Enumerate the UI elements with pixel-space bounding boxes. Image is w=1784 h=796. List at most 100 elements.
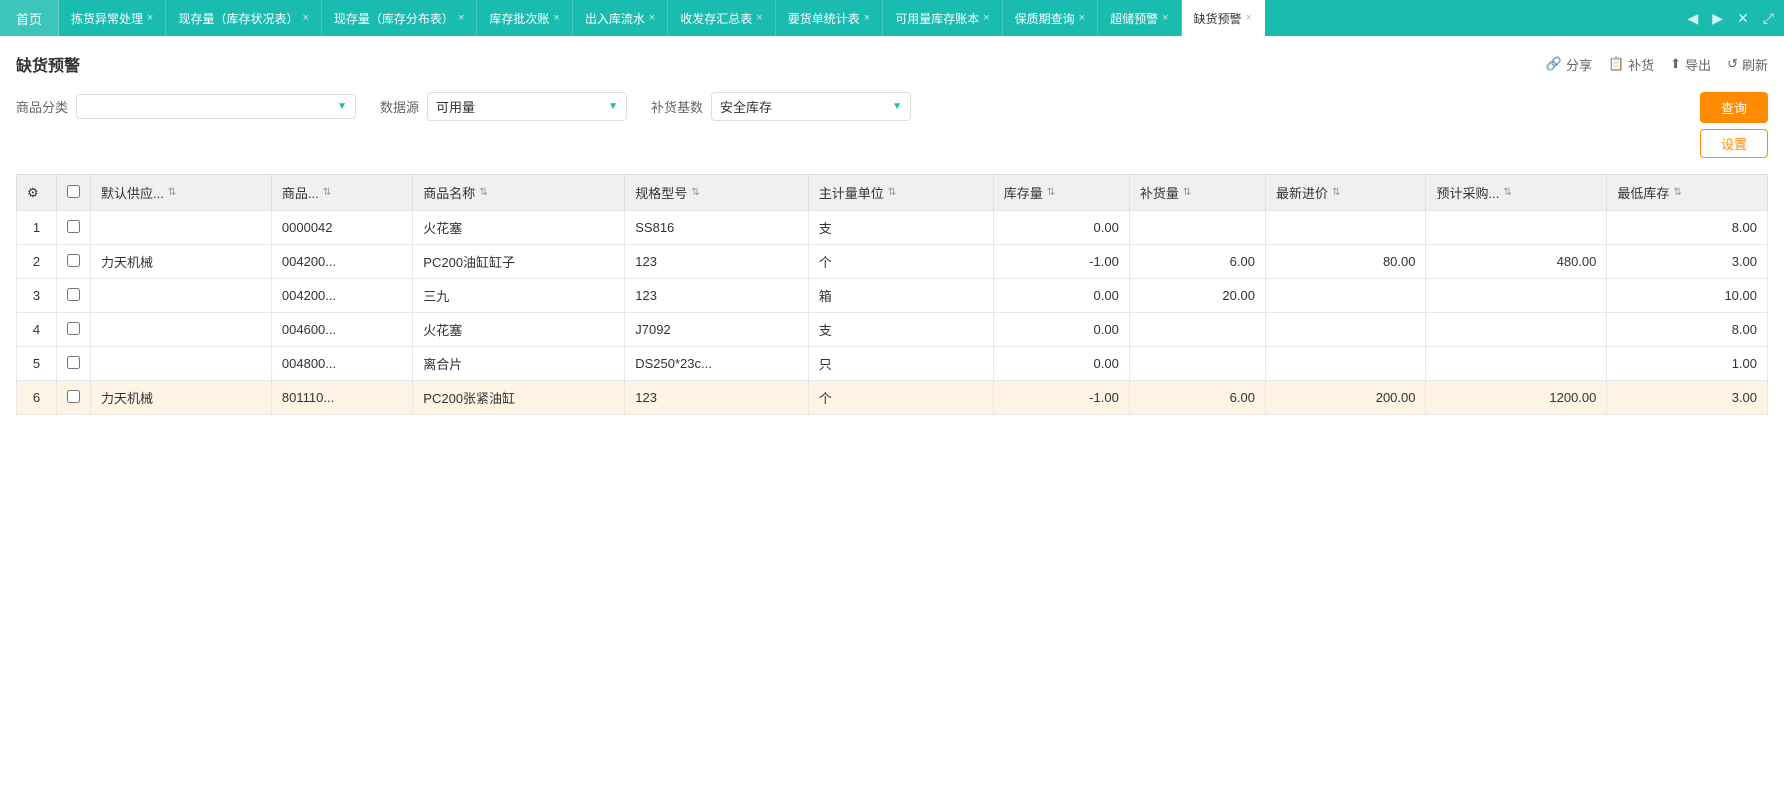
sort-spec-icon: ⇅ [691, 187, 699, 198]
close-tab-7[interactable]: × [864, 12, 870, 24]
row-checkbox[interactable] [67, 254, 80, 267]
row-checkbox-cell [57, 211, 91, 245]
setting-button[interactable]: 设置 [1700, 129, 1768, 158]
table-header-row: ⚙ 默认供应... ⇅ 商品... ⇅ [17, 175, 1768, 211]
data-table: ⚙ 默认供应... ⇅ 商品... ⇅ [16, 174, 1768, 415]
row-supplier: 力天机械 [91, 245, 272, 279]
header-actions: 🔗 分享 📋 补货 ⬆ 导出 ↺ 刷新 [1546, 55, 1768, 74]
row-unit: 个 [808, 381, 993, 415]
row-checkbox[interactable] [67, 220, 80, 233]
close-tab-9[interactable]: × [1079, 12, 1085, 24]
tab-prev-button[interactable]: ◀ [1682, 8, 1705, 29]
row-replenish: 20.00 [1129, 279, 1265, 313]
tab-11[interactable]: 缺货预警 × [1182, 0, 1265, 36]
tab-8[interactable]: 可用量库存账本 × [883, 0, 1002, 36]
tab-2[interactable]: 现存量（库存状况表） × [166, 0, 321, 36]
col-min-stock[interactable]: 最低库存 ⇅ [1607, 175, 1768, 211]
close-tab-2[interactable]: × [302, 12, 308, 24]
row-no: 4 [17, 313, 57, 347]
row-stock: 0.00 [993, 313, 1129, 347]
row-product-code: 004600... [271, 313, 412, 347]
close-tab-8[interactable]: × [983, 12, 989, 24]
tab-4[interactable]: 库存批次账 × [477, 0, 572, 36]
close-tab-3[interactable]: × [458, 12, 464, 24]
export-icon: ⬆ [1670, 56, 1681, 72]
tab-1[interactable]: 拣货异常处理 × [59, 0, 166, 36]
tab-close-all-button[interactable]: ✕ [1731, 8, 1755, 29]
row-est-purchase: 480.00 [1426, 245, 1607, 279]
col-est-purchase[interactable]: 预计采购... ⇅ [1426, 175, 1607, 211]
sort-unit-icon: ⇅ [888, 187, 896, 198]
col-checkbox [57, 175, 91, 211]
close-tab-5[interactable]: × [649, 12, 655, 24]
main-content: 缺货预警 🔗 分享 📋 补货 ⬆ 导出 ↺ 刷新 商品分类 [0, 36, 1784, 796]
close-tab-10[interactable]: × [1162, 12, 1168, 24]
table-row: 3004200...三九123箱0.0020.0010.00 [17, 279, 1768, 313]
page-title: 缺货预警 [16, 52, 80, 76]
sort-min-stock-icon: ⇅ [1673, 187, 1681, 198]
row-no: 1 [17, 211, 57, 245]
select-all-checkbox[interactable] [67, 185, 80, 198]
datasource-label: 数据源 [380, 97, 419, 116]
col-unit[interactable]: 主计量单位 ⇅ [808, 175, 993, 211]
row-product-code: 004200... [271, 245, 412, 279]
tab-home[interactable]: 首页 [0, 0, 59, 36]
row-spec: 123 [625, 279, 808, 313]
sort-replenish-icon: ⇅ [1183, 187, 1191, 198]
row-no: 3 [17, 279, 57, 313]
close-tab-1[interactable]: × [147, 12, 153, 24]
row-product-name: PC200油缸缸子 [413, 245, 625, 279]
row-checkbox[interactable] [67, 288, 80, 301]
col-product-code[interactable]: 商品... ⇅ [271, 175, 412, 211]
tab-6[interactable]: 收发存汇总表 × [668, 0, 775, 36]
tab-9[interactable]: 保质期查询 × [1003, 0, 1098, 36]
row-no: 5 [17, 347, 57, 381]
export-button[interactable]: ⬆ 导出 [1670, 55, 1711, 74]
row-checkbox[interactable] [67, 390, 80, 403]
col-gear[interactable]: ⚙ [17, 175, 57, 211]
refresh-icon: ↺ [1727, 56, 1738, 72]
query-button[interactable]: 查询 [1700, 92, 1768, 123]
tab-next-button[interactable]: ▶ [1706, 8, 1729, 29]
row-checkbox[interactable] [67, 322, 80, 335]
col-stock[interactable]: 库存量 ⇅ [993, 175, 1129, 211]
col-spec[interactable]: 规格型号 ⇅ [625, 175, 808, 211]
row-unit: 个 [808, 245, 993, 279]
refresh-button[interactable]: ↺ 刷新 [1727, 55, 1768, 74]
col-product-name[interactable]: 商品名称 ⇅ [413, 175, 625, 211]
close-tab-11[interactable]: × [1246, 12, 1252, 24]
row-unit: 支 [808, 313, 993, 347]
col-latest-price[interactable]: 最新进价 ⇅ [1265, 175, 1426, 211]
tab-bar: 首页 拣货异常处理 × 现存量（库存状况表） × 现存量（库存分布表） × 库存… [0, 0, 1784, 36]
tab-expand-button[interactable]: ⤢ [1757, 8, 1780, 29]
tab-10[interactable]: 超储预警 × [1098, 0, 1181, 36]
share-button[interactable]: 🔗 分享 [1546, 55, 1592, 74]
row-min-stock: 8.00 [1607, 211, 1768, 245]
row-unit: 只 [808, 347, 993, 381]
row-supplier [91, 211, 272, 245]
category-select[interactable]: ▼ [76, 94, 356, 119]
row-checkbox[interactable] [67, 356, 80, 369]
row-latest-price: 80.00 [1265, 245, 1426, 279]
row-product-code: 004200... [271, 279, 412, 313]
replenish-base-select[interactable]: 安全库存 ▼ [711, 92, 911, 121]
page-header: 缺货预警 🔗 分享 📋 补货 ⬆ 导出 ↺ 刷新 [16, 52, 1768, 76]
tab-3[interactable]: 现存量（库存分布表） × [322, 0, 477, 36]
col-replenish[interactable]: 补货量 ⇅ [1129, 175, 1265, 211]
close-tab-6[interactable]: × [756, 12, 762, 24]
col-supplier[interactable]: 默认供应... ⇅ [91, 175, 272, 211]
row-latest-price [1265, 279, 1426, 313]
category-filter-group: 商品分类 ▼ [16, 94, 356, 119]
row-supplier [91, 279, 272, 313]
datasource-filter-group: 数据源 可用量 ▼ [380, 92, 627, 121]
row-unit: 支 [808, 211, 993, 245]
datasource-select[interactable]: 可用量 ▼ [427, 92, 627, 121]
tab-5[interactable]: 出入库流水 × [573, 0, 668, 36]
category-select-arrow: ▼ [337, 101, 347, 112]
tab-7[interactable]: 要货单统计表 × [776, 0, 883, 36]
row-checkbox-cell [57, 313, 91, 347]
close-tab-4[interactable]: × [553, 12, 559, 24]
replenish-button[interactable]: 📋 补货 [1608, 55, 1654, 74]
row-latest-price: 200.00 [1265, 381, 1426, 415]
row-replenish [1129, 347, 1265, 381]
